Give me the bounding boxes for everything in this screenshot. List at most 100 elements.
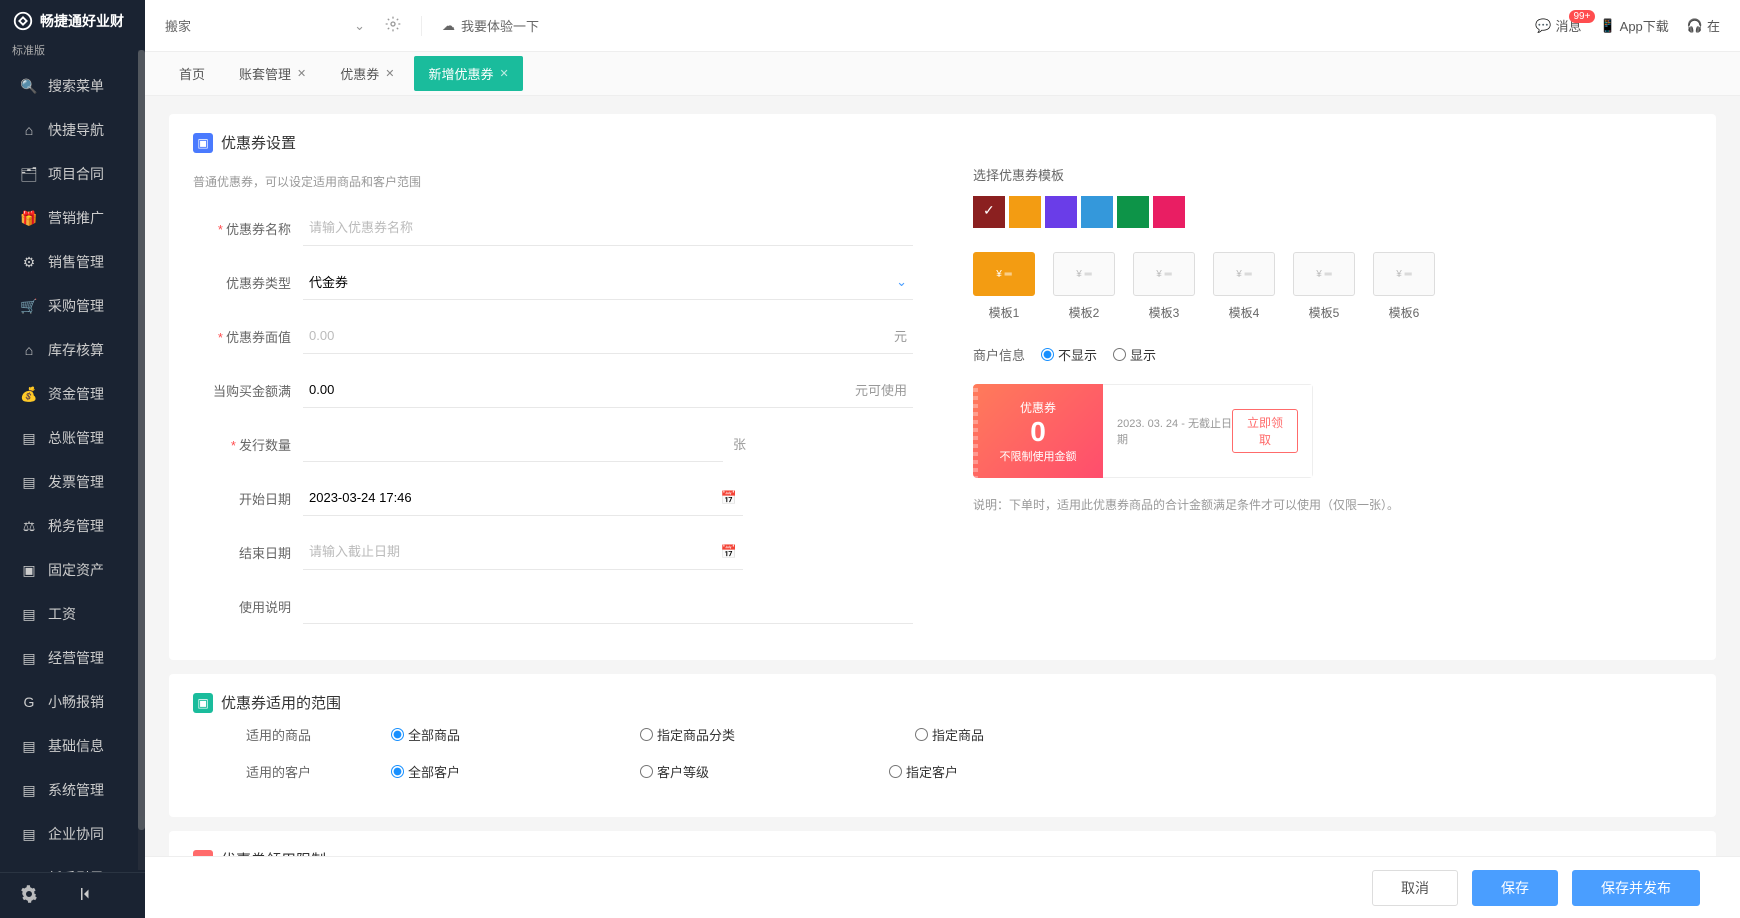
sidebar-item-sys[interactable]: ▤系统管理 bbox=[0, 768, 145, 812]
experience-label: 我要体验一下 bbox=[461, 16, 539, 35]
coupon-face-input[interactable] bbox=[303, 318, 913, 354]
sidebar-item-cart[interactable]: ⚙销售管理 bbox=[0, 240, 145, 284]
sidebar-item-salary[interactable]: ▤工资 bbox=[0, 592, 145, 636]
sidebar-item-xc[interactable]: G小畅报销 bbox=[0, 680, 145, 724]
scope-option[interactable]: 指定商品 bbox=[915, 725, 984, 744]
sidebar-item-money[interactable]: 💰资金管理 bbox=[0, 372, 145, 416]
gift-icon: 🎁 bbox=[20, 209, 38, 227]
chevron-down-icon[interactable]: ⌄ bbox=[896, 274, 907, 290]
asset-icon: ▣ bbox=[20, 561, 38, 579]
messages-button[interactable]: 💬 消息 99+ bbox=[1535, 16, 1581, 35]
template-3[interactable]: ¥ ═模板3 bbox=[1133, 252, 1195, 321]
scope-option[interactable]: 客户等级 bbox=[640, 762, 709, 781]
scope-option[interactable]: 指定商品分类 bbox=[640, 725, 735, 744]
sidebar-item-purchase[interactable]: 🛒采购管理 bbox=[0, 284, 145, 328]
stock-icon: ⌂ bbox=[20, 341, 38, 359]
section-coupon-settings: ▣ 优惠券设置 普通优惠券，可以设定适用商品和客户范围 *优惠券名称 优惠券类型 bbox=[169, 114, 1716, 660]
sidebar-item-tax[interactable]: ⚖税务管理 bbox=[0, 504, 145, 548]
sidebar-scrollbar[interactable] bbox=[138, 50, 145, 870]
sidebar-item-gift[interactable]: 🎁营销推广 bbox=[0, 196, 145, 240]
sidebar-item-stock[interactable]: ⌂库存核算 bbox=[0, 328, 145, 372]
end-label: 结束日期 bbox=[239, 546, 291, 561]
cancel-button[interactable]: 取消 bbox=[1372, 870, 1458, 906]
tab[interactable]: 账套管理 ✕ bbox=[225, 56, 320, 91]
swatch-purple[interactable] bbox=[1045, 196, 1077, 228]
online-label: 在 bbox=[1707, 16, 1720, 35]
coupon-name-label: 优惠券名称 bbox=[226, 222, 291, 237]
collapse-icon[interactable] bbox=[78, 885, 96, 906]
swatch-brown[interactable] bbox=[973, 196, 1005, 228]
tab[interactable]: 新增优惠券✕ bbox=[414, 56, 522, 91]
end-date-input[interactable] bbox=[303, 534, 743, 570]
base-icon: ▤ bbox=[20, 737, 38, 755]
template-4[interactable]: ¥ ═模板4 bbox=[1213, 252, 1275, 321]
qty-unit: 张 bbox=[733, 434, 746, 453]
threshold-input[interactable] bbox=[303, 372, 913, 408]
tabs-bar: 首页账套管理✕优惠券✕新增优惠券✕ bbox=[145, 52, 1740, 96]
merchant-label: 商户信息 bbox=[973, 345, 1025, 364]
section-scope: ▣ 优惠券适用的范围 适用的商品全部商品指定商品分类指定商品适用的客户全部客户客… bbox=[169, 674, 1716, 817]
salary-icon: ▤ bbox=[20, 605, 38, 623]
merchant-show-radio[interactable]: 显示 bbox=[1113, 345, 1156, 364]
tab[interactable]: 优惠券✕ bbox=[326, 56, 408, 91]
qty-label: 发行数量 bbox=[239, 438, 291, 453]
swatch-blue[interactable] bbox=[1081, 196, 1113, 228]
template-2[interactable]: ¥ ═模板2 bbox=[1053, 252, 1115, 321]
coupon-name-input[interactable] bbox=[303, 210, 913, 246]
close-icon[interactable]: ✕ bbox=[385, 67, 394, 80]
sidebar-item-search[interactable]: 🔍搜索菜单 bbox=[0, 64, 145, 108]
face-unit: 元 bbox=[894, 326, 907, 345]
close-icon[interactable]: ✕ bbox=[500, 67, 509, 80]
sidebar-item-home[interactable]: ⌂快捷导航 bbox=[0, 108, 145, 152]
sidebar-item-collab[interactable]: ▤企业协同 bbox=[0, 812, 145, 856]
sidebar-item-guide[interactable]: ▤新手引导 bbox=[0, 856, 145, 872]
template-5[interactable]: ¥ ═模板5 bbox=[1293, 252, 1355, 321]
scope-option[interactable]: 指定客户 bbox=[889, 762, 958, 781]
sidebar-item-base[interactable]: ▤基础信息 bbox=[0, 724, 145, 768]
start-date-input[interactable] bbox=[303, 480, 743, 516]
folder-icon: 🗂 bbox=[20, 165, 38, 183]
org-name: 搬家 bbox=[165, 16, 191, 35]
brand-name: 畅捷通好业财 bbox=[40, 11, 124, 31]
swatch-orange[interactable] bbox=[1009, 196, 1041, 228]
sidebar-item-label: 企业协同 bbox=[48, 824, 104, 844]
coupon-type-select[interactable] bbox=[303, 264, 913, 300]
org-selector[interactable]: 搬家 ⌄ bbox=[165, 16, 365, 35]
experience-button[interactable]: ☁ 我要体验一下 bbox=[442, 16, 539, 35]
save-button[interactable]: 保存 bbox=[1472, 870, 1558, 906]
qty-input[interactable] bbox=[303, 426, 723, 462]
calendar-icon[interactable]: 📅 bbox=[721, 490, 737, 506]
app-download-button[interactable]: 📱 App下载 bbox=[1599, 16, 1668, 35]
gear-icon[interactable] bbox=[20, 885, 38, 906]
calendar-icon[interactable]: 📅 bbox=[721, 544, 737, 560]
section2-title: 优惠券适用的范围 bbox=[221, 692, 341, 713]
template-6[interactable]: ¥ ═模板6 bbox=[1373, 252, 1435, 321]
swatch-green[interactable] bbox=[1117, 196, 1149, 228]
sidebar-item-folder[interactable]: 🗂项目合同 bbox=[0, 152, 145, 196]
support-button[interactable]: 🎧 在 bbox=[1687, 16, 1720, 35]
ledger-icon: ▤ bbox=[20, 429, 38, 447]
sidebar-item-biz[interactable]: ▤经营管理 bbox=[0, 636, 145, 680]
scope-option[interactable]: 全部客户 bbox=[391, 762, 460, 781]
sidebar-item-label: 总账管理 bbox=[48, 428, 104, 448]
template-1[interactable]: ¥ ═模板1 bbox=[973, 252, 1035, 321]
scope-row: 适用的客户全部客户客户等级指定客户 bbox=[193, 762, 1692, 781]
settings-icon[interactable] bbox=[385, 16, 401, 35]
desc-label: 使用说明 bbox=[239, 600, 291, 615]
template-label: 模板2 bbox=[1069, 304, 1100, 321]
section1-title: 优惠券设置 bbox=[221, 132, 296, 153]
search-icon: 🔍 bbox=[20, 77, 38, 95]
template-preview: ¥ ═ bbox=[973, 252, 1035, 296]
save-publish-button[interactable]: 保存并发布 bbox=[1572, 870, 1700, 906]
swatch-pink[interactable] bbox=[1153, 196, 1185, 228]
merchant-hide-radio[interactable]: 不显示 bbox=[1041, 345, 1097, 364]
sidebar-item-ledger[interactable]: ▤ 总账管理 bbox=[0, 416, 145, 460]
tab[interactable]: 首页 bbox=[165, 56, 219, 91]
sidebar-item-asset[interactable]: ▣固定资产 bbox=[0, 548, 145, 592]
preview-cta-button[interactable]: 立即领取 bbox=[1232, 409, 1298, 453]
close-icon[interactable]: ✕ bbox=[297, 67, 306, 80]
desc-input[interactable] bbox=[303, 588, 913, 624]
scope-option[interactable]: 全部商品 bbox=[391, 725, 460, 744]
tab-label: 账套管理 bbox=[239, 64, 291, 83]
sidebar-item-invoice[interactable]: ▤发票管理 bbox=[0, 460, 145, 504]
